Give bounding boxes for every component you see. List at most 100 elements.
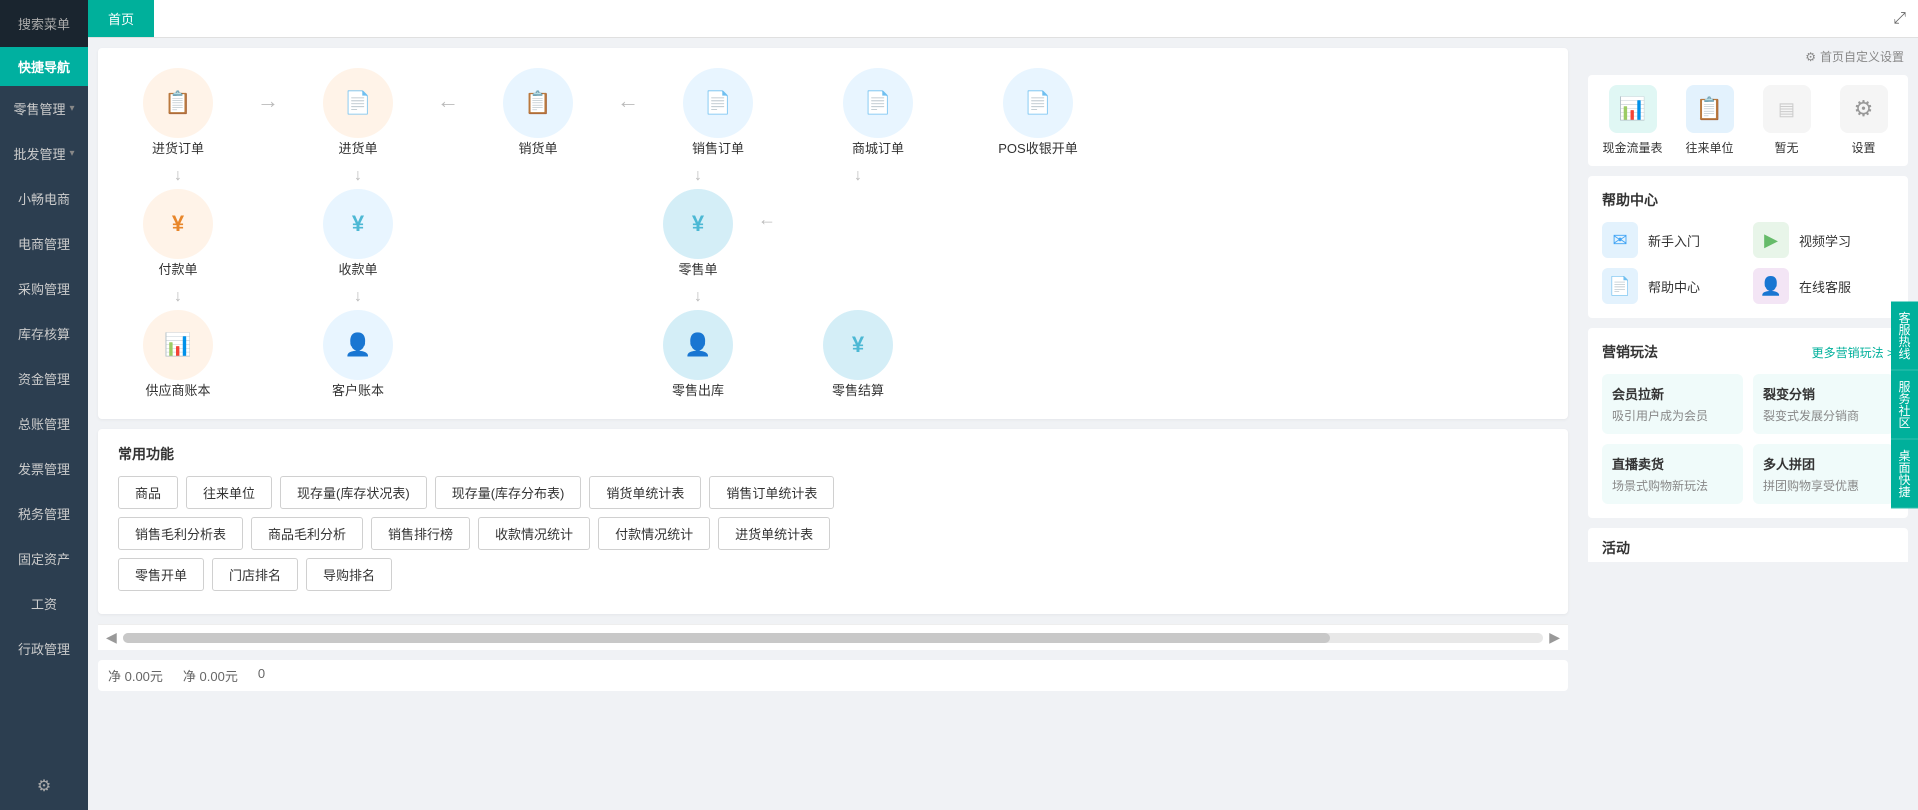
scroll-right-arrow[interactable]: ▶ <box>1549 629 1560 646</box>
sidebar-item-assets[interactable]: 固定资产 <box>0 536 88 581</box>
help-center-title: 帮助中心 <box>1602 190 1894 210</box>
marketing-item-live[interactable]: 直播卖货 场景式购物新玩法 <box>1602 444 1743 504</box>
stat-2: 净 0.00元 <box>183 666 238 685</box>
marketing-more-btn[interactable]: 更多营销玩法 > <box>1812 344 1894 361</box>
arrow-left-2: ← <box>598 68 658 114</box>
sidebar-item-ecom-mgmt[interactable]: 电商管理 <box>0 221 88 266</box>
flow-node-retail-outbound[interactable]: 👤 零售出库 <box>638 310 758 399</box>
btn-sales-stat[interactable]: 销货单统计表 <box>589 476 701 509</box>
sidebar: 搜索菜单 快捷导航 零售管理 ▾ 批发管理 ▾ 小畅电商 电商管理 采购管理 库… <box>0 0 88 810</box>
help-item-beginner[interactable]: ✉ 新手入门 <box>1602 222 1743 258</box>
purchase-bill-label: 进货单 <box>338 138 377 157</box>
flow-node-customer-book[interactable]: 👤 客户账本 <box>298 310 418 399</box>
marketing-item-group[interactable]: 多人拼团 拼团购物享受优惠 <box>1753 444 1894 504</box>
sidebar-search[interactable]: 搜索菜单 <box>0 0 88 47</box>
flow-node-mall-order[interactable]: 📄 商城订单 <box>818 68 938 157</box>
help-item-service[interactable]: 👤 在线客服 <box>1753 268 1894 304</box>
quick-btn-row-2: 销售毛利分析表 商品毛利分析 销售排行榜 收款情况统计 付款情况统计 进货单统计… <box>118 517 1548 550</box>
help-icon: 📄 <box>1602 268 1638 304</box>
retail-outbound-label: 零售出库 <box>672 380 724 399</box>
service-icon: 👤 <box>1753 268 1789 304</box>
flow-node-sales-bill[interactable]: 📋 销货单 <box>478 68 598 157</box>
btn-sales-profit[interactable]: 销售毛利分析表 <box>118 517 243 550</box>
expand-btn[interactable]: ⤢ <box>1881 10 1918 28</box>
flow-node-pos[interactable]: 📄 POS收银开单 <box>978 68 1098 157</box>
scroll-track[interactable] <box>123 633 1543 643</box>
payment-icon: ¥ <box>143 189 213 259</box>
shortcut-contacts[interactable]: 📋 往来单位 <box>1675 85 1744 156</box>
settings-icon: ⚙ <box>1840 85 1888 133</box>
btn-receipt-stat[interactable]: 收款情况统计 <box>478 517 590 550</box>
help-item-help[interactable]: 📄 帮助中心 <box>1602 268 1743 304</box>
video-label: 视频学习 <box>1799 231 1851 250</box>
sidebar-item-ecom[interactable]: 小畅电商 <box>0 176 88 221</box>
btn-purchase-stat[interactable]: 进货单统计表 <box>718 517 830 550</box>
btn-retail-order[interactable]: 零售开单 <box>118 558 204 591</box>
sidebar-item-purchase[interactable]: 采购管理 <box>0 266 88 311</box>
arrow-down-mall: ↓ <box>638 167 758 185</box>
arrow-left-1: ← <box>418 68 478 114</box>
btn-payment-stat[interactable]: 付款情况统计 <box>598 517 710 550</box>
flow-node-receipt[interactable]: ¥ 收款单 <box>298 189 418 278</box>
customer-book-label: 客户账本 <box>332 380 384 399</box>
btn-stock-dist[interactable]: 现存量(库存分布表) <box>435 476 582 509</box>
tab-home[interactable]: 首页 <box>88 0 154 37</box>
group-desc: 拼团购物享受优惠 <box>1763 477 1884 494</box>
sidebar-item-wholesale[interactable]: 批发管理 ▾ <box>0 131 88 176</box>
sidebar-item-retail[interactable]: 零售管理 ▾ <box>0 86 88 131</box>
btn-sales-rank[interactable]: 销售排行榜 <box>371 517 470 550</box>
stats-bar: 净 0.00元 净 0.00元 0 <box>98 660 1568 691</box>
flow-node-retail-settle[interactable]: ¥ 零售结算 <box>798 310 918 399</box>
flow-node-retail-order[interactable]: ¥ 零售单 <box>638 189 758 278</box>
btn-sales-order-stat[interactable]: 销售订单统计表 <box>709 476 834 509</box>
customize-bar[interactable]: ⚙ 首页自定义设置 <box>1588 48 1908 65</box>
tab-bar: 首页 ⤢ <box>88 0 1918 38</box>
floating-btn-community[interactable]: 服务社区 <box>1891 371 1918 440</box>
arrow-down-retail: ↓ <box>638 288 758 306</box>
retail-settle-icon: ¥ <box>823 310 893 380</box>
member-desc: 吸引用户成为会员 <box>1612 407 1733 424</box>
marketing-item-member[interactable]: 会员拉新 吸引用户成为会员 <box>1602 374 1743 434</box>
group-title: 多人拼团 <box>1763 454 1884 473</box>
sidebar-item-admin[interactable]: 行政管理 <box>0 626 88 671</box>
sidebar-settings-btn[interactable]: ⚙ <box>0 762 88 810</box>
btn-guide-rank[interactable]: 导购排名 <box>306 558 392 591</box>
btn-goods-profit[interactable]: 商品毛利分析 <box>251 517 363 550</box>
purchase-order-icon: 📋 <box>143 68 213 138</box>
supplier-book-label: 供应商账本 <box>145 380 210 399</box>
stat-3: 0 <box>258 666 265 685</box>
sidebar-item-tax[interactable]: 税务管理 <box>0 491 88 536</box>
flow-node-payment[interactable]: ¥ 付款单 <box>118 189 238 278</box>
sidebar-item-finance[interactable]: 资金管理 <box>0 356 88 401</box>
sidebar-item-invoice[interactable]: 发票管理 <box>0 446 88 491</box>
shortcut-cashflow[interactable]: 📊 现金流量表 <box>1598 85 1667 156</box>
beginner-label: 新手入门 <box>1648 231 1700 250</box>
right-panel: ⚙ 首页自定义设置 📊 现金流量表 📋 往来单位 ▤ 暂无 ⚙ <box>1578 38 1918 810</box>
flow-node-supplier-book[interactable]: 📊 供应商账本 <box>118 310 238 399</box>
beginner-icon: ✉ <box>1602 222 1638 258</box>
cashflow-icon: 📊 <box>1609 85 1657 133</box>
help-item-video[interactable]: ▶ 视频学习 <box>1753 222 1894 258</box>
live-desc: 场景式购物新玩法 <box>1612 477 1733 494</box>
arrow-down-pos: ↓ <box>798 167 918 185</box>
floating-btn-desktop[interactable]: 桌面快捷 <box>1891 440 1918 509</box>
sidebar-item-salary[interactable]: 工资 <box>0 581 88 626</box>
purchase-bill-icon: 📄 <box>323 68 393 138</box>
sidebar-item-inventory[interactable]: 库存核算 <box>0 311 88 356</box>
shortcut-none[interactable]: ▤ 暂无 <box>1752 85 1821 156</box>
marketing-item-fission[interactable]: 裂变分销 裂变式发展分销商 <box>1753 374 1894 434</box>
flow-node-purchase-order[interactable]: 📋 进货订单 <box>118 68 238 157</box>
retail-order-label: 零售单 <box>678 259 717 278</box>
btn-goods[interactable]: 商品 <box>118 476 178 509</box>
sidebar-item-ledger[interactable]: 总账管理 <box>0 401 88 446</box>
floating-btn-service[interactable]: 客服热线 <box>1891 302 1918 371</box>
flow-node-purchase-bill[interactable]: 📄 进货单 <box>298 68 418 157</box>
btn-contacts[interactable]: 往来单位 <box>186 476 272 509</box>
supplier-book-icon: 📊 <box>143 310 213 380</box>
chevron-icon: ▾ <box>69 103 74 114</box>
btn-store-rank[interactable]: 门店排名 <box>212 558 298 591</box>
scroll-left-arrow[interactable]: ◀ <box>106 629 117 646</box>
btn-stock-status[interactable]: 现存量(库存状况表) <box>280 476 427 509</box>
shortcut-settings[interactable]: ⚙ 设置 <box>1829 85 1898 156</box>
flow-node-sales-order[interactable]: 📄 销售订单 <box>658 68 778 157</box>
